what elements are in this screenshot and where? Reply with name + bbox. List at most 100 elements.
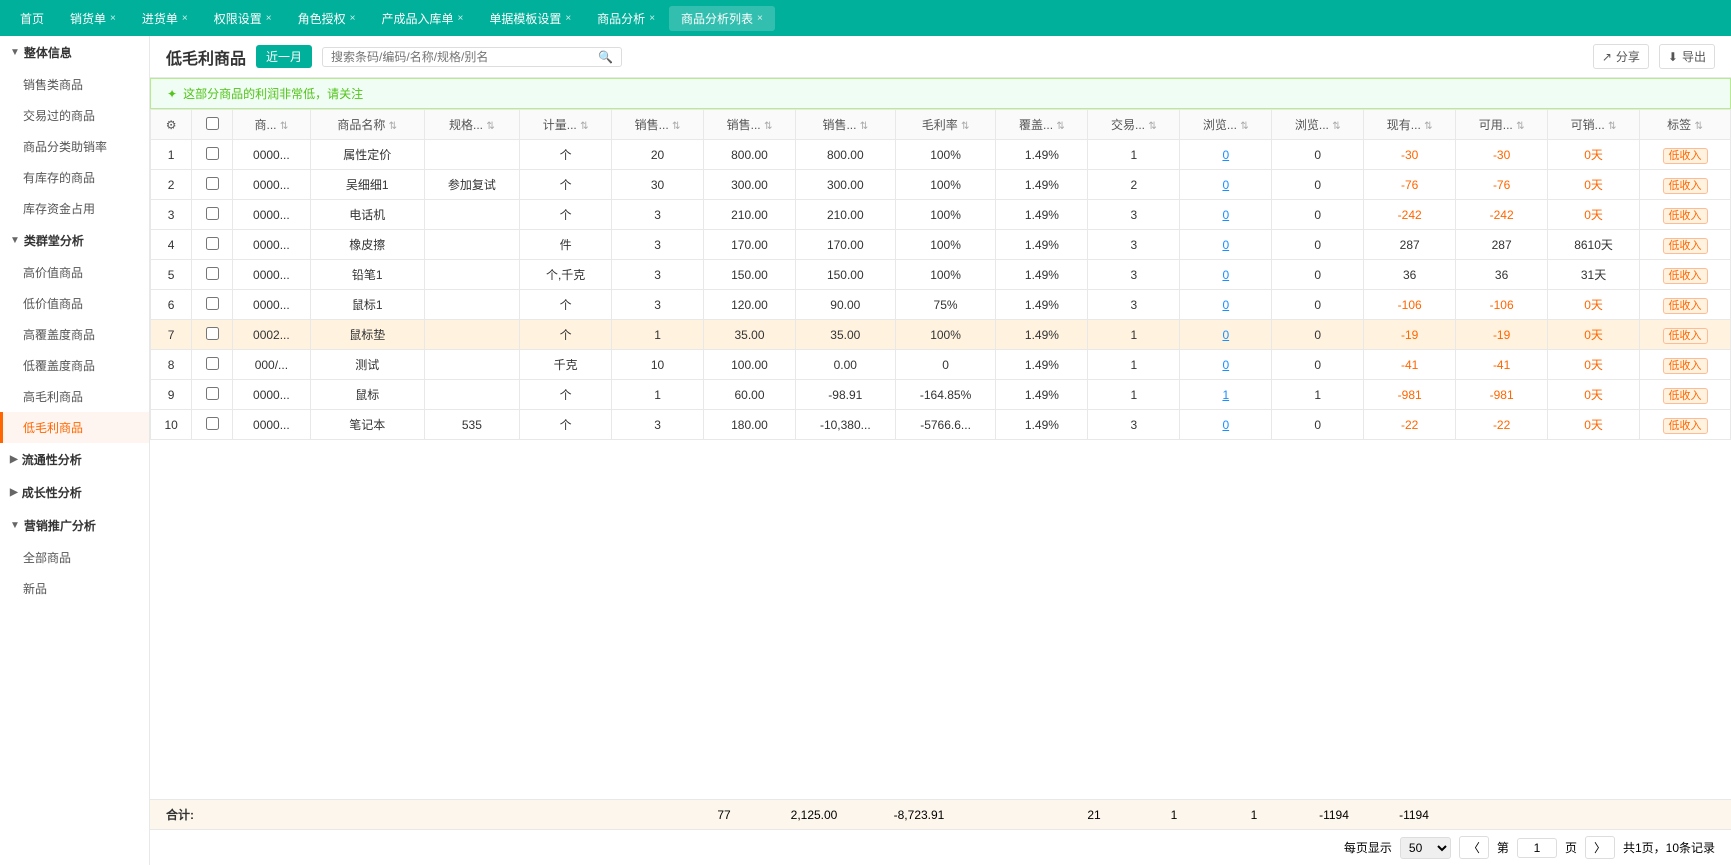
nav-template[interactable]: 单据模板设置 ×: [477, 6, 583, 31]
search-box[interactable]: 🔍: [322, 47, 622, 67]
row-browse1[interactable]: 0: [1180, 230, 1272, 260]
sidebar-item-all-products[interactable]: 全部商品: [0, 542, 149, 573]
col-tag[interactable]: 标签 ⇅: [1640, 110, 1731, 140]
sidebar-group-overall[interactable]: ▼ 整体信息: [0, 36, 149, 69]
row-browse1[interactable]: 1: [1180, 380, 1272, 410]
search-input[interactable]: [331, 50, 598, 64]
nav-product-analysis-close[interactable]: ×: [649, 13, 655, 24]
table-container[interactable]: ⚙ 商... ⇅ 商品名称 ⇅ 规格... ⇅ 计量... ⇅ 销售... ⇅ …: [150, 109, 1731, 799]
sort-coverage-icon[interactable]: ⇅: [1056, 121, 1064, 132]
row-browse1[interactable]: 0: [1180, 410, 1272, 440]
col-qty[interactable]: 销售... ⇅: [612, 110, 704, 140]
sort-saleable-icon[interactable]: ⇅: [1608, 121, 1616, 132]
col-unit[interactable]: 计量... ⇅: [520, 110, 612, 140]
prev-page-button[interactable]: 〈: [1459, 836, 1489, 859]
sort-amount-icon[interactable]: ⇅: [860, 121, 868, 132]
sidebar-item-low-coverage[interactable]: 低覆盖度商品: [0, 350, 149, 381]
row-browse1[interactable]: 0: [1180, 290, 1272, 320]
row-check[interactable]: [192, 200, 233, 230]
sort-browse2-icon[interactable]: ⇅: [1332, 121, 1340, 132]
col-saleable[interactable]: 可销... ⇅: [1548, 110, 1640, 140]
col-coverage[interactable]: 覆盖... ⇅: [996, 110, 1088, 140]
col-checkbox[interactable]: [192, 110, 233, 140]
nav-home[interactable]: 首页: [8, 6, 56, 31]
col-available[interactable]: 可用... ⇅: [1456, 110, 1548, 140]
filter-recent-month-button[interactable]: 近一月: [256, 45, 312, 68]
nav-sales-close[interactable]: ×: [110, 13, 116, 24]
sidebar-item-high-value[interactable]: 高价值商品: [0, 257, 149, 288]
sidebar-item-low-margin[interactable]: 低毛利商品: [0, 412, 149, 443]
row-browse1[interactable]: 0: [1180, 260, 1272, 290]
sidebar-item-category-rate[interactable]: 商品分类助销率: [0, 131, 149, 162]
row-check[interactable]: [192, 140, 233, 170]
sort-unit-icon[interactable]: ⇅: [580, 121, 588, 132]
sort-stock-icon[interactable]: ⇅: [1424, 121, 1432, 132]
sidebar-item-new-products[interactable]: 新品: [0, 573, 149, 604]
next-page-button[interactable]: 〉: [1585, 836, 1615, 859]
col-code[interactable]: 商... ⇅: [232, 110, 310, 140]
col-stock[interactable]: 现有... ⇅: [1364, 110, 1456, 140]
nav-product-analysis-list[interactable]: 商品分析列表 ×: [669, 6, 775, 31]
sort-trade-icon[interactable]: ⇅: [1148, 121, 1156, 132]
col-browse1[interactable]: 浏览... ⇅: [1180, 110, 1272, 140]
row-check[interactable]: [192, 350, 233, 380]
sort-available-icon[interactable]: ⇅: [1516, 121, 1524, 132]
row-check[interactable]: [192, 170, 233, 200]
sort-spec-icon[interactable]: ⇅: [486, 121, 494, 132]
sidebar-item-stock-products[interactable]: 有库存的商品: [0, 162, 149, 193]
sidebar-item-high-margin[interactable]: 高毛利商品: [0, 381, 149, 412]
col-margin[interactable]: 毛利率 ⇅: [895, 110, 996, 140]
col-spec[interactable]: 规格... ⇅: [424, 110, 520, 140]
sidebar-group-cluster[interactable]: ▼ 类群堂分析: [0, 224, 149, 257]
sidebar-item-stock-funds[interactable]: 库存资金占用: [0, 193, 149, 224]
search-icon[interactable]: 🔍: [598, 50, 613, 64]
export-button[interactable]: ⬇ 导出: [1659, 44, 1715, 69]
share-button[interactable]: ↗ 分享: [1593, 44, 1649, 69]
sidebar-item-sales-products[interactable]: 销售类商品: [0, 69, 149, 100]
row-check[interactable]: [192, 410, 233, 440]
row-browse1[interactable]: 0: [1180, 170, 1272, 200]
settings-icon[interactable]: ⚙: [166, 118, 177, 132]
nav-roles[interactable]: 角色授权 ×: [286, 6, 368, 31]
row-check[interactable]: [192, 380, 233, 410]
col-trade[interactable]: 交易... ⇅: [1088, 110, 1180, 140]
sort-tag-icon[interactable]: ⇅: [1694, 121, 1702, 132]
row-check[interactable]: [192, 290, 233, 320]
sort-code-icon[interactable]: ⇅: [280, 121, 288, 132]
nav-purchase-close[interactable]: ×: [182, 13, 188, 24]
col-price[interactable]: 销售... ⇅: [704, 110, 796, 140]
sort-name-icon[interactable]: ⇅: [389, 121, 397, 132]
nav-template-close[interactable]: ×: [565, 13, 571, 24]
nav-permissions-close[interactable]: ×: [266, 13, 272, 24]
row-check[interactable]: [192, 320, 233, 350]
col-name[interactable]: 商品名称 ⇅: [310, 110, 424, 140]
nav-product-entry[interactable]: 产成品入库单 ×: [369, 6, 475, 31]
row-browse1[interactable]: 0: [1180, 200, 1272, 230]
col-browse2[interactable]: 浏览... ⇅: [1272, 110, 1364, 140]
per-page-select[interactable]: 50 100 200: [1400, 837, 1451, 859]
sidebar-group-circulation[interactable]: ▶ 流通性分析: [0, 443, 149, 476]
sort-browse1-icon[interactable]: ⇅: [1240, 121, 1248, 132]
sidebar-item-high-coverage[interactable]: 高覆盖度商品: [0, 319, 149, 350]
row-browse1[interactable]: 0: [1180, 350, 1272, 380]
nav-product-entry-close[interactable]: ×: [457, 13, 463, 24]
sidebar-item-traded-products[interactable]: 交易过的商品: [0, 100, 149, 131]
nav-sales[interactable]: 销货单 ×: [58, 6, 128, 31]
sidebar-item-low-value[interactable]: 低价值商品: [0, 288, 149, 319]
nav-purchase[interactable]: 进货单 ×: [130, 6, 200, 31]
sort-margin-icon[interactable]: ⇅: [961, 121, 969, 132]
page-input[interactable]: [1517, 838, 1557, 858]
sort-qty-icon[interactable]: ⇅: [672, 121, 680, 132]
nav-product-analysis-list-close[interactable]: ×: [757, 13, 763, 24]
row-browse1[interactable]: 0: [1180, 140, 1272, 170]
col-settings[interactable]: ⚙: [151, 110, 192, 140]
col-amount[interactable]: 销售... ⇅: [795, 110, 895, 140]
nav-product-analysis[interactable]: 商品分析 ×: [585, 6, 667, 31]
row-check[interactable]: [192, 260, 233, 290]
row-browse1[interactable]: 0: [1180, 320, 1272, 350]
sort-price-icon[interactable]: ⇅: [764, 121, 772, 132]
nav-roles-close[interactable]: ×: [350, 13, 356, 24]
row-check[interactable]: [192, 230, 233, 260]
sidebar-group-marketing[interactable]: ▼ 营销推广分析: [0, 509, 149, 542]
nav-permissions[interactable]: 权限设置 ×: [202, 6, 284, 31]
